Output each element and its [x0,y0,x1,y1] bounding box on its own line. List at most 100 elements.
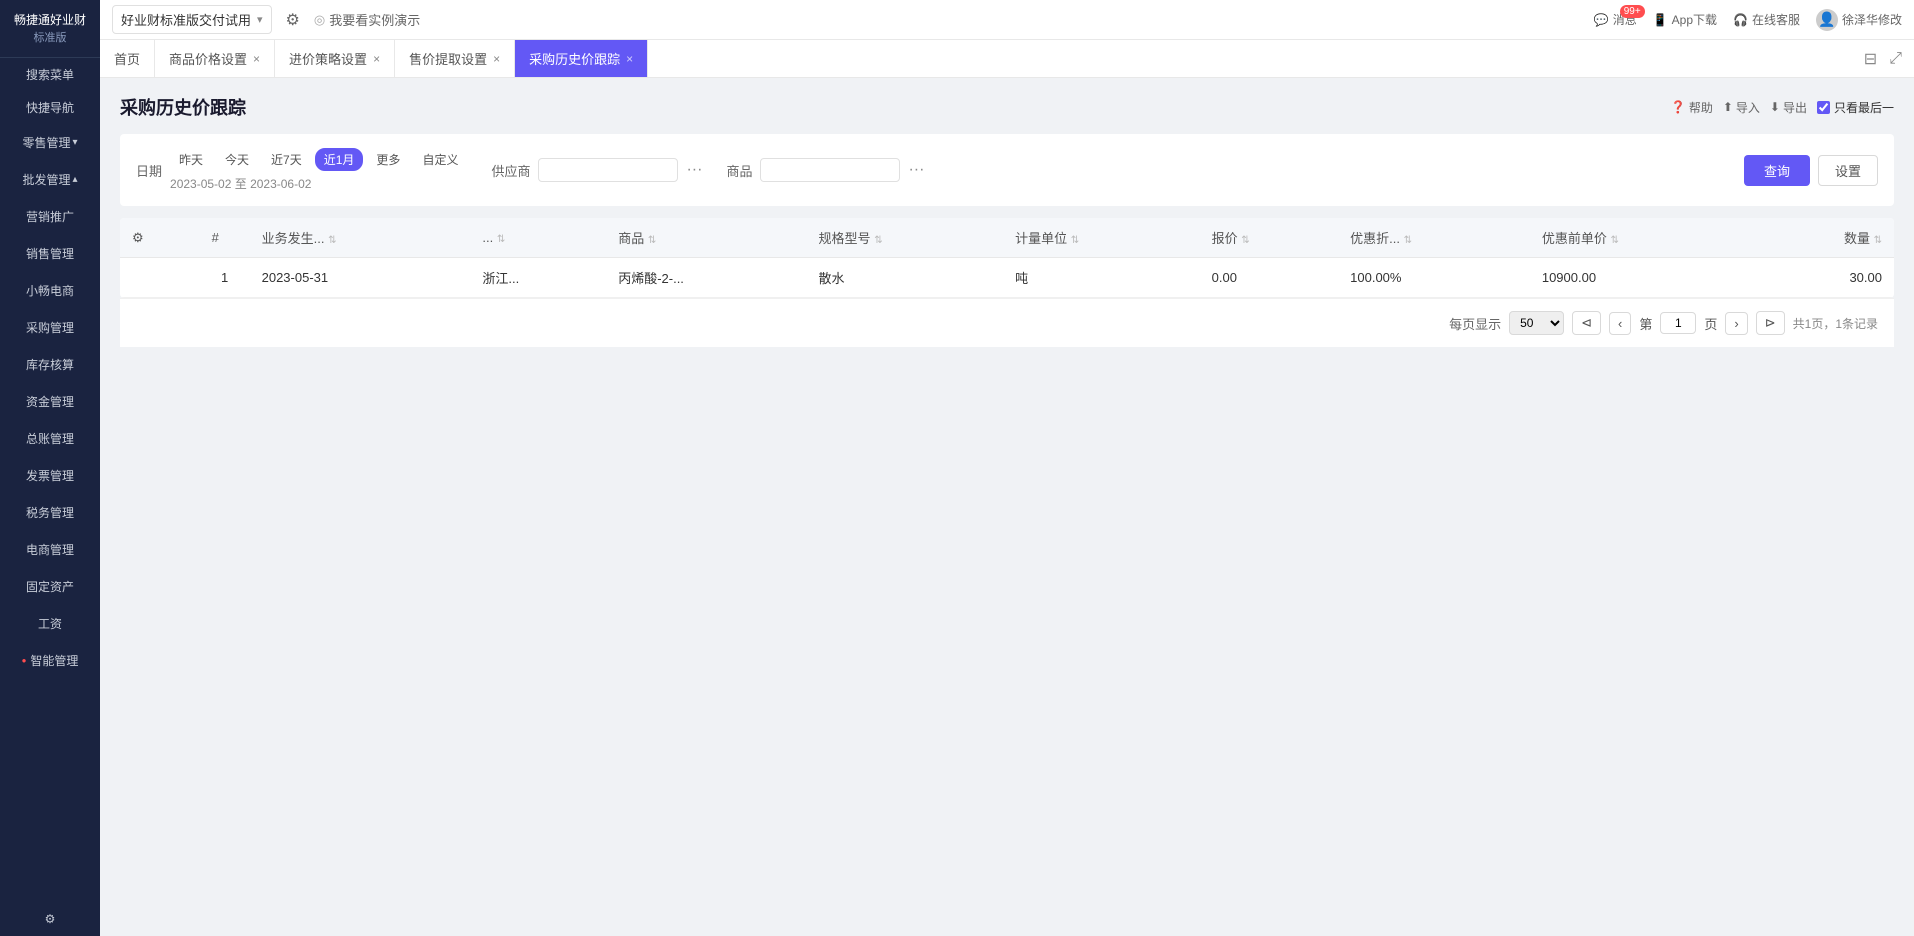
page-input[interactable] [1660,312,1696,334]
online-service-button[interactable]: 🎧 在线客服 [1733,11,1800,28]
close-icon[interactable]: × [253,52,260,66]
tab-history-price[interactable]: 采购历史价跟踪 × [515,40,648,77]
date-btn-row: 昨天 今天 近7天 近1月 更多 自定义 [170,148,467,171]
date-filter-buttons: 昨天 今天 近7天 近1月 更多 自定义 2023-05-02 至 2023-0… [170,148,467,192]
column-gear[interactable]: ⚙ [120,218,200,258]
messages-button[interactable]: 💬 消息 99+ [1594,11,1637,28]
tab-sell-extract-label: 售价提取设置 [409,49,487,68]
sidebar-item-purchase[interactable]: 采购管理 [0,309,100,346]
per-page-select[interactable]: 20 50 100 200 [1509,311,1564,335]
sidebar: 畅捷通好业财 标准版 搜索菜单 快捷导航 零售管理 ▾ 批发管理 ▴ 营销推广 … [0,0,100,936]
sort-icon[interactable]: ⇅ [328,235,336,246]
date-btn-yesterday[interactable]: 昨天 [170,148,212,171]
sort-icon[interactable]: ⇅ [1874,235,1882,246]
sidebar-item-marketing[interactable]: 营销推广 [0,198,100,235]
column-quote[interactable]: 报价 ⇅ [1200,218,1339,258]
sidebar-item-ecommerce-small[interactable]: 小畅电商 [0,272,100,309]
column-extra[interactable]: ... ⇅ [470,218,606,258]
minimize-icon[interactable]: ⊟ [1860,45,1881,73]
user-menu-button[interactable]: 👤 徐泽华修改 [1816,9,1902,31]
sidebar-item-smart[interactable]: 智能管理 [0,642,100,679]
column-discount-label: 优惠折... [1350,231,1400,246]
sidebar-item-sales[interactable]: 销售管理 [0,235,100,272]
column-pre-discount-price[interactable]: 优惠前单价 ⇅ [1530,218,1756,258]
messages-badge: 99+ [1620,5,1645,18]
filter-settings-button[interactable]: 设置 [1818,155,1878,186]
next-page-button[interactable]: › [1725,312,1747,335]
supplier-filter-label: 供应商 [491,161,530,180]
demo-link[interactable]: 我要看实例演示 [314,10,420,29]
only-last-checkbox[interactable] [1817,101,1830,114]
sidebar-item-search[interactable]: 搜索菜单 [0,58,100,91]
date-btn-more[interactable]: 更多 [367,148,409,171]
chevron-down-icon: ▾ [72,137,77,148]
sidebar-item-label: 固定资产 [26,578,74,595]
close-icon[interactable]: × [626,52,633,66]
sidebar-item-finance[interactable]: 资金管理 [0,383,100,420]
column-quote-label: 报价 [1212,231,1238,246]
sidebar-item-invoice[interactable]: 发票管理 [0,457,100,494]
sort-icon[interactable]: ⇅ [497,234,505,245]
sidebar-item-wholesale[interactable]: 批发管理 ▴ [0,161,100,198]
tab-price-label: 商品价格设置 [169,49,247,68]
sort-icon[interactable]: ⇅ [648,235,656,246]
app-download-button[interactable]: 📱 App下载 [1653,11,1717,28]
app-name: 畅捷通好业财 [8,12,92,29]
sidebar-item-assets[interactable]: 固定资产 [0,568,100,605]
tab-price[interactable]: 商品价格设置 × [155,40,275,77]
column-product[interactable]: 商品 ⇅ [606,218,806,258]
sort-icon[interactable]: ⇅ [1610,235,1618,246]
sidebar-settings-button[interactable]: ⚙ [0,902,100,936]
data-table: ⚙ # 业务发生... ⇅ ... ⇅ 商品 ⇅ [120,218,1894,298]
expand-icon[interactable]: ⤢ [1885,46,1906,72]
date-btn-custom[interactable]: 自定义 [413,148,467,171]
tab-purchase-strategy[interactable]: 进价策略设置 × [275,40,395,77]
last-page-button[interactable]: ⊳ [1756,311,1785,335]
sidebar-item-label: 营销推广 [26,208,74,225]
settings-icon[interactable]: ⚙ [282,6,304,34]
first-page-button[interactable]: ⊲ [1572,311,1601,335]
version-selector[interactable]: 好业财标准版交付试用 ▾ [112,5,272,34]
sort-icon[interactable]: ⇅ [874,235,882,246]
date-btn-1month[interactable]: 近1月 [315,148,364,171]
column-quantity-label: 数量 [1844,231,1870,246]
sidebar-item-quick-nav[interactable]: 快捷导航 [0,91,100,124]
row-discount: 100.00% [1338,258,1530,298]
export-link[interactable]: ⬇ 导出 [1770,99,1807,116]
column-discount[interactable]: 优惠折... ⇅ [1338,218,1530,258]
close-icon[interactable]: × [373,52,380,66]
product-more-icon[interactable]: ··· [908,161,924,179]
sidebar-item-inventory[interactable]: 库存核算 [0,346,100,383]
column-spec[interactable]: 规格型号 ⇅ [807,218,1004,258]
help-link[interactable]: ❓ 帮助 [1671,99,1713,116]
close-icon[interactable]: × [493,52,500,66]
row-spec: 散水 [807,258,1004,298]
query-button[interactable]: 查询 [1744,155,1810,186]
sidebar-item-tax[interactable]: 税务管理 [0,494,100,531]
supplier-more-icon[interactable]: ··· [686,161,702,179]
tab-sell-extract[interactable]: 售价提取设置 × [395,40,515,77]
import-link[interactable]: ⬆ 导入 [1723,99,1760,116]
sidebar-item-ecommerce[interactable]: 电商管理 [0,531,100,568]
column-quantity[interactable]: 数量 ⇅ [1755,218,1894,258]
sidebar-item-accounting[interactable]: 总账管理 [0,420,100,457]
date-btn-today[interactable]: 今天 [216,148,258,171]
sort-icon[interactable]: ⇅ [1071,235,1079,246]
user-name: 徐泽华修改 [1842,11,1902,28]
content-area: 采购历史价跟踪 ❓ 帮助 ⬆ 导入 ⬇ 导出 只看最后一 [100,78,1914,936]
sort-icon[interactable]: ⇅ [1404,235,1412,246]
column-date[interactable]: 业务发生... ⇅ [250,218,471,258]
column-unit[interactable]: 计量单位 ⇅ [1003,218,1200,258]
sort-icon[interactable]: ⇅ [1241,235,1249,246]
product-input[interactable] [760,158,900,182]
sidebar-item-retail[interactable]: 零售管理 ▾ [0,124,100,161]
sidebar-item-label: 智能管理 [30,652,78,669]
supplier-input[interactable] [538,158,678,182]
tab-home[interactable]: 首页 [100,40,155,77]
headphone-icon: 🎧 [1733,13,1748,27]
date-btn-7days[interactable]: 近7天 [262,148,311,171]
prev-page-button[interactable]: ‹ [1609,312,1631,335]
column-num: # [200,218,250,258]
sidebar-item-label: 零售管理 [22,134,70,151]
sidebar-item-salary[interactable]: 工资 [0,605,100,642]
